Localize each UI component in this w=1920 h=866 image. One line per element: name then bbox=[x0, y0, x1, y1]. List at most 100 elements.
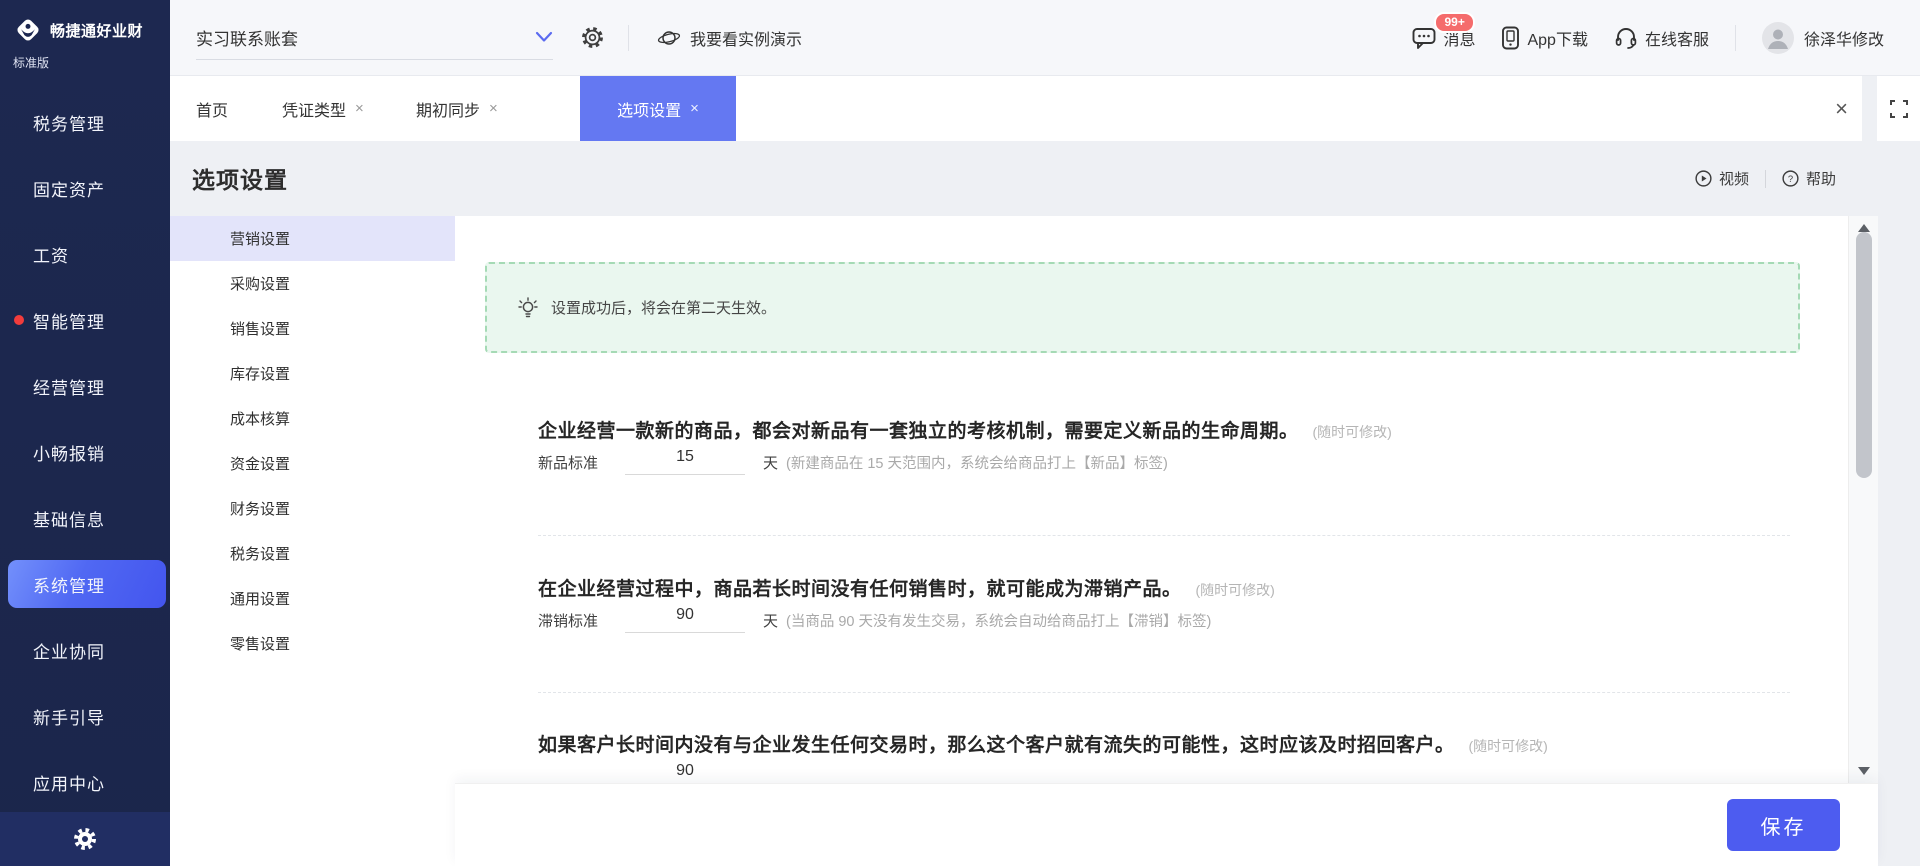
footer-bar: 保存 bbox=[455, 783, 1878, 866]
video-link[interactable]: 视频 bbox=[1695, 168, 1749, 189]
sidebar-item-expense[interactable]: 小畅报销 bbox=[0, 419, 170, 485]
info-banner: 设置成功后，将会在第二天生效。 bbox=[485, 262, 1800, 353]
sidebar-item-business-management[interactable]: 经营管理 bbox=[0, 353, 170, 419]
fullscreen-button[interactable] bbox=[1877, 76, 1920, 141]
close-tab-icon[interactable]: × bbox=[355, 100, 364, 117]
demo-link-label: 我要看实例演示 bbox=[690, 31, 803, 49]
save-button[interactable]: 保存 bbox=[1727, 799, 1840, 851]
right-edge-strip bbox=[1878, 141, 1920, 866]
settings-nav-marketing[interactable]: 营销设置 bbox=[170, 216, 455, 261]
app-download-button[interactable]: App下载 bbox=[1501, 26, 1588, 50]
field-label: 新品标准 bbox=[538, 455, 599, 472]
sidebar-item-fixed-assets[interactable]: 固定资产 bbox=[0, 155, 170, 221]
sidebar-item-enterprise-collab[interactable]: 企业协同 bbox=[0, 617, 170, 683]
settings-nav-purchase[interactable]: 采购设置 bbox=[170, 261, 455, 306]
settings-nav-inventory[interactable]: 库存设置 bbox=[170, 351, 455, 396]
header-divider bbox=[1764, 169, 1766, 188]
sidebar-item-app-center[interactable]: 应用中心 bbox=[0, 749, 170, 815]
settings-gear-button[interactable] bbox=[581, 26, 604, 49]
close-tab-icon[interactable]: × bbox=[489, 100, 498, 117]
field-label: 滞销标准 bbox=[538, 613, 599, 630]
brand-logo-icon bbox=[12, 14, 44, 46]
avatar bbox=[1761, 21, 1794, 54]
settings-nav-cost-accounting[interactable]: 成本核算 bbox=[170, 396, 455, 441]
user-menu[interactable]: 徐泽华修改 bbox=[1761, 21, 1884, 54]
question-circle-icon: ? bbox=[1782, 170, 1799, 187]
phone-icon bbox=[1501, 26, 1520, 50]
field-note: (当商品 90 天没有发生交易，系统会自动给商品打上【滞销】标签) bbox=[786, 614, 1212, 630]
topbar-divider bbox=[628, 24, 629, 51]
sidebar-item-system-management[interactable]: 系统管理 bbox=[0, 551, 170, 617]
headset-icon bbox=[1614, 26, 1638, 50]
sidebar-item-payroll[interactable]: 工资 bbox=[0, 221, 170, 287]
play-circle-icon bbox=[1695, 170, 1712, 187]
online-service-label: 在线客服 bbox=[1644, 31, 1709, 49]
tab-home[interactable]: 首页 bbox=[196, 76, 228, 141]
fullscreen-icon bbox=[1889, 99, 1909, 119]
page-title: 选项设置 bbox=[192, 167, 288, 193]
edit-hint: (随时可修改) bbox=[1195, 582, 1275, 598]
tab-voucher-types[interactable]: 凭证类型 × bbox=[282, 76, 364, 141]
tab-initial-sync[interactable]: 期初同步 × bbox=[416, 76, 498, 141]
chat-bubble-icon bbox=[1412, 27, 1436, 49]
brand-edition: 标准版 bbox=[13, 56, 50, 70]
customer-churn-standard-row bbox=[625, 762, 745, 783]
slow-moving-days-input[interactable] bbox=[625, 606, 745, 633]
messages-button[interactable]: 消息 99+ bbox=[1412, 11, 1475, 50]
section-heading-slow-moving: 在企业经营过程中，商品若长时间没有任何销售时，就可能成为滞销产品。 (随时可修改) bbox=[538, 579, 1275, 600]
page-header: 选项设置 视频 ? 帮助 bbox=[170, 141, 1920, 216]
sidebar-item-smart-management[interactable]: 智能管理 bbox=[0, 287, 170, 353]
settings-content-panel: 设置成功后，将会在第二天生效。 企业经营一款新的商品，都会对新品有一套独立的考核… bbox=[455, 216, 1878, 783]
topbar: 实习联系账套 我要看实例演示 消息 99+ App下载 在线客服 徐泽华修改 bbox=[170, 0, 1920, 76]
section-divider bbox=[538, 692, 1790, 693]
vertical-scrollbar[interactable] bbox=[1848, 216, 1878, 783]
app-sidebar: 畅捷通好业财 标准版 税务管理 固定资产 工资 智能管理 经营管理 小畅报销 基… bbox=[0, 0, 170, 866]
field-note: (新建商品在 15 天范围内，系统会给商品打上【新品】标签) bbox=[786, 456, 1168, 472]
field-unit: 天 bbox=[763, 455, 779, 472]
settings-nav: 营销设置 采购设置 销售设置 库存设置 成本核算 资金设置 财务设置 税务设置 … bbox=[170, 216, 455, 866]
account-name: 实习联系账套 bbox=[196, 29, 298, 49]
settings-nav-general[interactable]: 通用设置 bbox=[170, 576, 455, 621]
online-service-button[interactable]: 在线客服 bbox=[1614, 26, 1709, 50]
planet-icon bbox=[657, 28, 681, 48]
sidebar-item-beginner-guide[interactable]: 新手引导 bbox=[0, 683, 170, 749]
settings-nav-retail[interactable]: 零售设置 bbox=[170, 621, 455, 666]
sidebar-menu: 税务管理 固定资产 工资 智能管理 经营管理 小畅报销 基础信息 系统管理 企业… bbox=[0, 89, 170, 815]
tab-options-settings[interactable]: 选项设置 × bbox=[580, 76, 736, 141]
topbar-divider bbox=[1734, 24, 1736, 51]
help-link[interactable]: ? 帮助 bbox=[1782, 168, 1836, 189]
settings-nav-sales[interactable]: 销售设置 bbox=[170, 306, 455, 351]
brand-block: 畅捷通好业财 标准版 bbox=[0, 0, 170, 76]
svg-text:?: ? bbox=[1788, 174, 1793, 185]
slow-moving-standard-row: 滞销标准 天 (当商品 90 天没有发生交易，系统会自动给商品打上【滞销】标签) bbox=[538, 606, 1211, 633]
gear-icon bbox=[73, 827, 97, 851]
lightbulb-icon bbox=[517, 296, 539, 320]
username: 徐泽华修改 bbox=[1803, 31, 1884, 49]
section-heading-customer-churn: 如果客户长时间内没有与企业发生任何交易时，那么这个客户就有流失的可能性，这时应该… bbox=[538, 735, 1548, 756]
sidebar-item-tax[interactable]: 税务管理 bbox=[0, 89, 170, 155]
messages-badge: 99+ bbox=[1434, 11, 1475, 33]
close-tab-icon[interactable]: × bbox=[690, 100, 699, 117]
brand-name: 畅捷通好业财 bbox=[50, 22, 144, 40]
account-selector[interactable]: 实习联系账套 bbox=[196, 16, 553, 60]
video-label: 视频 bbox=[1718, 171, 1749, 188]
field-unit: 天 bbox=[763, 613, 779, 630]
settings-nav-finance[interactable]: 财务设置 bbox=[170, 486, 455, 531]
section-divider bbox=[538, 535, 1790, 536]
settings-nav-funds[interactable]: 资金设置 bbox=[170, 441, 455, 486]
scrollbar-thumb[interactable] bbox=[1856, 232, 1872, 478]
close-icon[interactable]: × bbox=[1835, 76, 1848, 141]
notification-dot bbox=[14, 315, 24, 325]
edit-hint: (随时可修改) bbox=[1468, 738, 1548, 754]
topbar-right-group: 消息 99+ App下载 在线客服 徐泽华修改 bbox=[1412, 11, 1920, 54]
customer-churn-days-input[interactable] bbox=[625, 762, 745, 783]
sidebar-item-base-info[interactable]: 基础信息 bbox=[0, 485, 170, 551]
sidebar-settings-button[interactable] bbox=[0, 812, 170, 866]
section-heading-new-product: 企业经营一款新的商品，都会对新品有一套独立的考核机制，需要定义新品的生命周期。(… bbox=[538, 421, 1392, 442]
scroll-up-arrow-icon[interactable] bbox=[1857, 224, 1870, 232]
demo-link[interactable]: 我要看实例演示 bbox=[657, 26, 802, 50]
settings-nav-tax[interactable]: 税务设置 bbox=[170, 531, 455, 576]
new-product-days-input[interactable] bbox=[625, 448, 745, 475]
scroll-down-arrow-icon[interactable] bbox=[1857, 767, 1870, 775]
edit-hint: (随时可修改) bbox=[1312, 424, 1392, 440]
